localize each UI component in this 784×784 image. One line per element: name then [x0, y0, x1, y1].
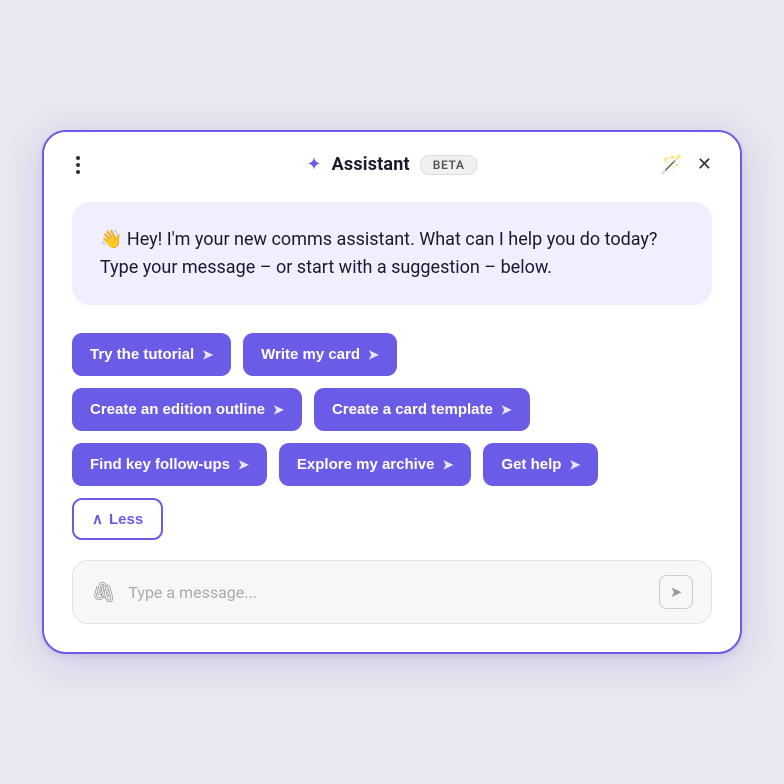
find-followups-button[interactable]: Find key follow-ups ➤: [72, 443, 267, 486]
create-template-button[interactable]: Create a card template ➤: [314, 388, 530, 431]
write-card-button[interactable]: Write my card ➤: [243, 333, 397, 376]
assistant-window: ✦ Assistant BETA 🪄 ✕ 👋 Hey! I'm your new…: [42, 130, 742, 655]
try-tutorial-button[interactable]: Try the tutorial ➤: [72, 333, 231, 376]
get-help-arrow: ➤: [569, 457, 580, 473]
titlebar-left: [72, 152, 84, 178]
assistant-title: Assistant: [332, 154, 410, 175]
create-edition-label: Create an edition outline: [90, 401, 265, 418]
less-label: Less: [109, 511, 143, 528]
input-area: 🖇 ➤: [44, 540, 740, 624]
chat-area: 👋 Hey! I'm your new comms assistant. Wha…: [44, 192, 740, 306]
chevron-up-icon: ∧: [92, 510, 103, 528]
wand-icon[interactable]: 🪄: [660, 154, 682, 175]
suggestions-area: Try the tutorial ➤ Write my card ➤ Creat…: [44, 333, 740, 540]
find-followups-label: Find key follow-ups: [90, 456, 230, 473]
try-tutorial-label: Try the tutorial: [90, 346, 194, 363]
create-template-label: Create a card template: [332, 401, 493, 418]
assistant-message-bubble: 👋 Hey! I'm your new comms assistant. Wha…: [72, 202, 712, 306]
write-card-label: Write my card: [261, 346, 360, 363]
create-template-arrow: ➤: [501, 402, 512, 418]
message-input[interactable]: [128, 583, 647, 602]
try-tutorial-arrow: ➤: [202, 347, 213, 363]
suggestions-row-2: Create an edition outline ➤ Create a car…: [72, 388, 712, 431]
find-followups-arrow: ➤: [238, 457, 249, 473]
titlebar: ✦ Assistant BETA 🪄 ✕: [44, 132, 740, 192]
suggestions-row-1: Try the tutorial ➤ Write my card ➤: [72, 333, 712, 376]
menu-dots-icon[interactable]: [72, 152, 84, 178]
send-button[interactable]: ➤: [659, 575, 693, 609]
explore-archive-label: Explore my archive: [297, 456, 435, 473]
get-help-label: Get help: [501, 456, 561, 473]
send-arrow-icon: ➤: [670, 583, 683, 601]
titlebar-center: ✦ Assistant BETA: [307, 154, 478, 175]
beta-badge: BETA: [420, 155, 478, 175]
close-icon[interactable]: ✕: [697, 156, 712, 174]
titlebar-right: 🪄 ✕: [660, 154, 712, 175]
explore-archive-arrow: ➤: [443, 457, 454, 473]
create-edition-button[interactable]: Create an edition outline ➤: [72, 388, 302, 431]
attach-icon[interactable]: 🖇: [91, 580, 116, 604]
wave-emoji: 👋: [100, 229, 122, 250]
create-edition-arrow: ➤: [273, 402, 284, 418]
explore-archive-button[interactable]: Explore my archive ➤: [279, 443, 471, 486]
message-input-container: 🖇 ➤: [72, 560, 712, 624]
get-help-button[interactable]: Get help ➤: [483, 443, 598, 486]
write-card-arrow: ➤: [368, 347, 379, 363]
suggestions-row-3: Find key follow-ups ➤ Explore my archive…: [72, 443, 712, 486]
less-button[interactable]: ∧ Less: [72, 498, 163, 540]
assistant-message-text: 👋 Hey! I'm your new comms assistant. Wha…: [100, 226, 684, 282]
sparkle-icon: ✦: [307, 154, 322, 175]
